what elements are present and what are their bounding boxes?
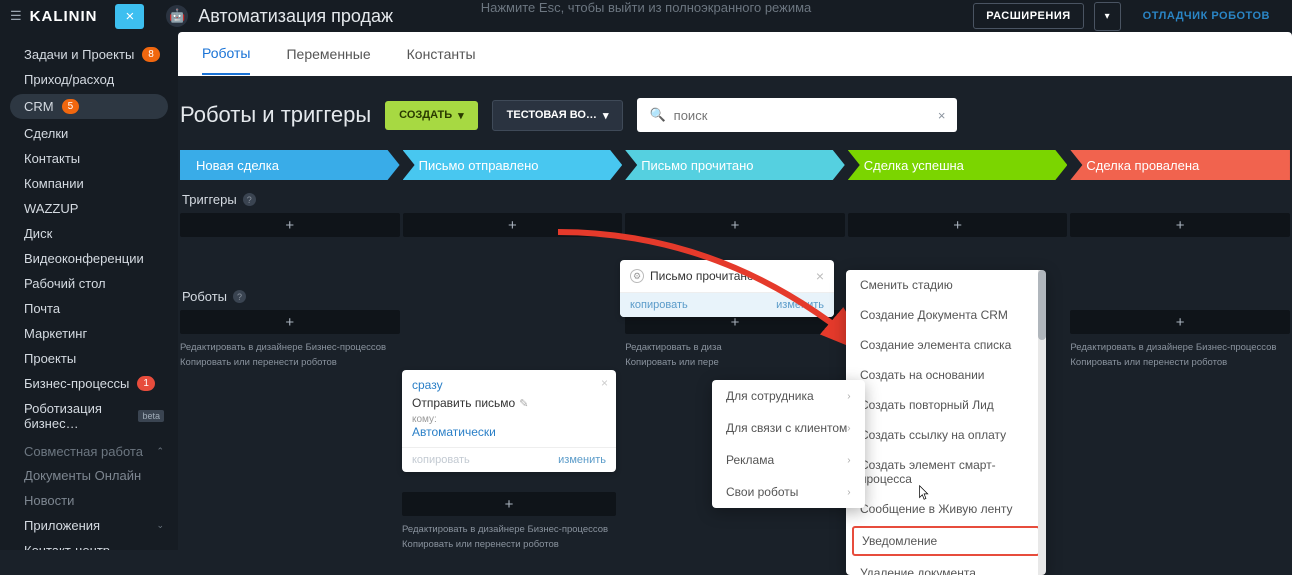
sidebar-item[interactable]: Контакты	[0, 146, 178, 171]
close-icon[interactable]: ×	[816, 268, 824, 284]
help-icon[interactable]: ?	[233, 290, 246, 303]
chevron-down-icon: ▾	[458, 109, 464, 122]
edit-in-bp-link[interactable]: Редактировать в дизайнере Бизнес-процесс…	[1070, 340, 1290, 355]
gear-icon[interactable]: ⚙	[630, 269, 644, 283]
copy-move-link[interactable]: Копировать или пере	[625, 355, 845, 370]
section-heading: Роботы и триггеры	[180, 102, 371, 128]
sidebar-item[interactable]: Маркетинг	[0, 321, 178, 346]
copy-link[interactable]: копировать	[412, 454, 470, 466]
sidebar-item[interactable]: CRM5	[10, 94, 168, 119]
sidebar-item[interactable]: Приход/расход	[0, 67, 178, 92]
sidebar-item[interactable]: Контакт-центр	[0, 538, 178, 550]
sidebar-item[interactable]: Новости	[0, 488, 178, 513]
dropdown-item[interactable]: Создание элемента списка	[846, 330, 1046, 360]
dropdown-item[interactable]: Создать ссылку на оплату	[846, 420, 1046, 450]
pipeline-stage[interactable]: Письмо прочитано	[625, 150, 845, 180]
pipeline-stage[interactable]: Сделка успешна	[848, 150, 1068, 180]
extensions-button[interactable]: РАСШИРЕНИЯ	[973, 3, 1083, 29]
dropdown-item[interactable]: Сообщение в Живую ленту	[846, 494, 1046, 524]
dropdown-item[interactable]: Создать повторный Лид	[846, 390, 1046, 420]
sidebar-item[interactable]: Диск	[0, 221, 178, 246]
sidebar-item[interactable]: Проекты	[0, 346, 178, 371]
scrollbar-thumb[interactable]	[1038, 270, 1046, 340]
edit-in-bp-link[interactable]: Редактировать в дизайнере Бизнес-процесс…	[402, 522, 616, 537]
search-icon: 🔍	[649, 107, 665, 123]
add-trigger-button[interactable]: +	[1070, 213, 1290, 237]
robot-icon: 🤖	[166, 5, 188, 27]
pipeline-stage[interactable]: Письмо отправлено	[403, 150, 623, 180]
to-value[interactable]: Автоматически	[412, 425, 496, 439]
logo: KALININ	[30, 8, 98, 25]
dropdown-item[interactable]: Создать элемент смарт-процесса	[846, 450, 1046, 494]
tab[interactable]: Роботы	[202, 33, 250, 75]
add-trigger-button[interactable]: +	[625, 213, 845, 237]
dropdown-item[interactable]: Создать на основании	[846, 360, 1046, 390]
sidebar-item[interactable]: WAZZUP	[0, 196, 178, 221]
search-input[interactable]	[674, 108, 938, 123]
page-title: Автоматизация продаж	[198, 6, 393, 27]
add-trigger-button[interactable]: +	[403, 213, 623, 237]
sidebar-item[interactable]: Компании	[0, 171, 178, 196]
help-icon[interactable]: ?	[243, 193, 256, 206]
robot-type-dropdown: Сменить стадиюСоздание Документа CRMСозд…	[846, 270, 1046, 575]
context-menu-item[interactable]: Для связи с клиентом›	[712, 412, 865, 444]
robot-category-menu: Для сотрудника›Для связи с клиентом›Рекл…	[712, 380, 865, 508]
robot-card: × сразу Отправить письмо ✎ кому: Автомати…	[402, 370, 616, 472]
context-menu-item[interactable]: Реклама›	[712, 444, 865, 476]
sidebar-item[interactable]: Почта	[0, 296, 178, 321]
add-trigger-button[interactable]: +	[180, 213, 400, 237]
edit-icon[interactable]: ✎	[519, 398, 528, 410]
chevron-down-icon: ▾	[603, 109, 609, 122]
tab[interactable]: Константы	[407, 34, 476, 74]
dropdown-item[interactable]: Уведомление	[852, 526, 1040, 556]
copy-move-link[interactable]: Копировать или перенести роботов	[402, 537, 616, 552]
extensions-caret[interactable]: ▾	[1094, 2, 1121, 31]
copy-link[interactable]: копировать	[630, 299, 688, 311]
sidebar-group-header[interactable]: Совместная работа⌃	[0, 436, 178, 463]
when-link[interactable]: сразу	[412, 378, 443, 392]
context-menu-item[interactable]: Свои роботы›	[712, 476, 865, 508]
add-trigger-button[interactable]: +	[848, 213, 1068, 237]
sidebar-item[interactable]: Видеоконференции	[0, 246, 178, 271]
search-input-wrap[interactable]: 🔍 ×	[637, 98, 957, 132]
robots-label: Роботы	[182, 289, 227, 304]
tab[interactable]: Переменные	[286, 34, 370, 74]
edit-link[interactable]: изменить	[558, 454, 606, 466]
trigger-card-title: Письмо прочитано	[650, 269, 754, 283]
create-button[interactable]: СОЗДАТЬ ▾	[385, 101, 478, 130]
context-menu-item[interactable]: Для сотрудника›	[712, 380, 865, 412]
edit-in-bp-link[interactable]: Редактировать в диза	[625, 340, 845, 355]
dropdown-item[interactable]: Создание Документа CRM	[846, 300, 1046, 330]
pipeline-stage[interactable]: Сделка провалена	[1070, 150, 1290, 180]
add-robot-button[interactable]: +	[402, 492, 616, 516]
sidebar-item[interactable]: Бизнес-процессы1	[0, 371, 178, 396]
add-robot-button[interactable]: +	[1070, 310, 1290, 334]
robot-debugger-button[interactable]: ОТЛАДЧИК РОБОТОВ	[1131, 4, 1282, 28]
copy-move-link[interactable]: Копировать или перенести роботов	[1070, 355, 1290, 370]
close-icon[interactable]: ×	[601, 376, 608, 390]
menu-icon[interactable]: ☰	[10, 8, 22, 24]
sidebar-item[interactable]: Роботизация бизнес…beta	[0, 396, 178, 436]
sidebar-item[interactable]: Рабочий стол	[0, 271, 178, 296]
funnel-selector[interactable]: ТЕСТОВАЯ ВО… ▾	[492, 100, 624, 131]
sidebar-item[interactable]: Документы Онлайн	[0, 463, 178, 488]
sidebar-item[interactable]: Задачи и Проекты8	[0, 42, 178, 67]
action-text: Отправить письмо	[412, 396, 515, 410]
copy-move-link[interactable]: Копировать или перенести роботов	[180, 355, 400, 370]
add-robot-button[interactable]: +	[180, 310, 400, 334]
tab-close-button[interactable]: ×	[115, 4, 144, 29]
dropdown-item[interactable]: Удаление документа	[846, 558, 1046, 575]
pipeline-stage[interactable]: Новая сделка	[180, 150, 400, 180]
to-label: кому:	[412, 414, 606, 425]
edit-in-bp-link[interactable]: Редактировать в дизайнере Бизнес-процесс…	[180, 340, 400, 355]
triggers-label: Триггеры	[182, 192, 237, 207]
dropdown-item[interactable]: Сменить стадию	[846, 270, 1046, 300]
clear-search-icon[interactable]: ×	[938, 108, 946, 123]
trigger-card: ⚙ Письмо прочитано × копировать изменить	[620, 260, 834, 317]
sidebar: Задачи и Проекты8Приход/расходCRM5Сделки…	[0, 32, 178, 550]
sidebar-item[interactable]: Приложения⌄	[0, 513, 178, 538]
edit-link[interactable]: изменить	[776, 299, 824, 311]
fullscreen-hint: Нажмите Esc, чтобы выйти из полноэкранно…	[481, 0, 812, 15]
sidebar-item[interactable]: Сделки	[0, 121, 178, 146]
